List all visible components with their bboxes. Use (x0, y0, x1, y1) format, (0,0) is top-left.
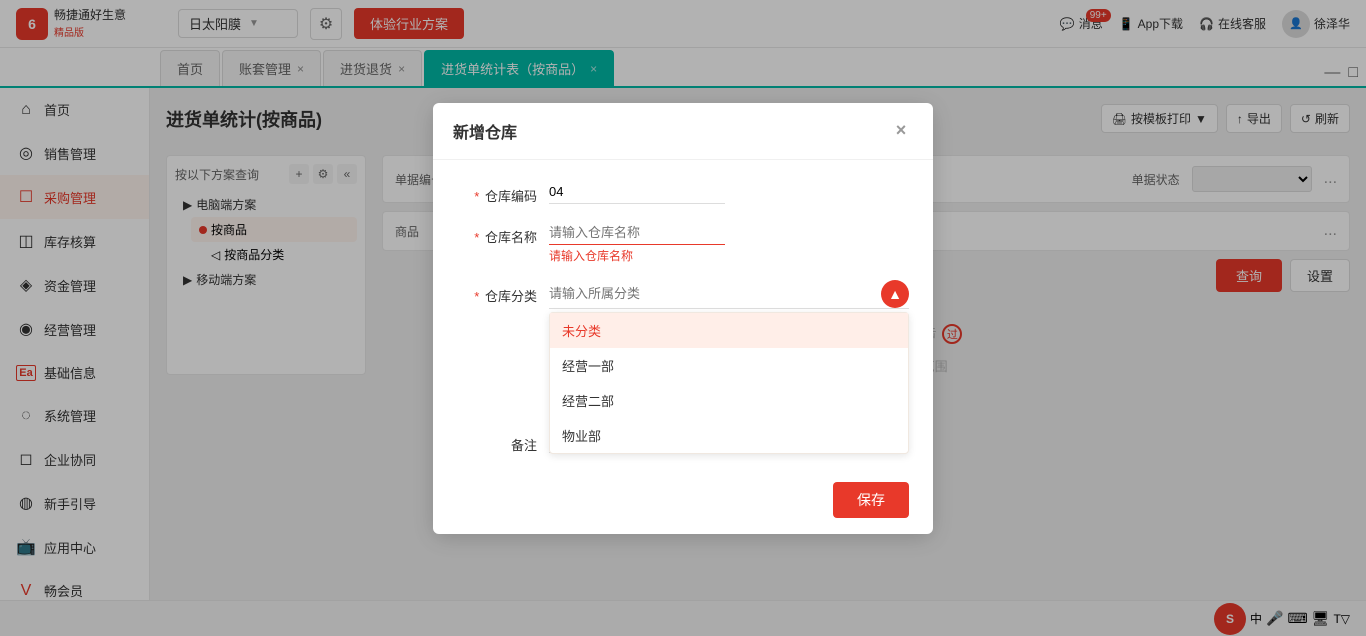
modal-body: * 仓库编码 * 仓库名称 请输入仓库名称 (433, 160, 933, 454)
save-button[interactable]: 保存 (833, 482, 909, 518)
name-error-message: 请输入仓库名称 (549, 247, 909, 264)
notes-label: 备注 (457, 429, 537, 454)
modal-footer: 保存 (433, 470, 933, 534)
modal-overlay[interactable]: 新增仓库 × * 仓库编码 * 仓库名称 (0, 0, 1366, 636)
dropdown-option-2[interactable]: 经营二部 (550, 383, 908, 418)
name-label: * 仓库名称 (457, 221, 537, 246)
category-input[interactable] (549, 282, 881, 305)
category-dropdown: ▲ 未分类 经营一部 经营二部 物业部 (549, 280, 909, 309)
modal-title: 新增仓库 (453, 119, 517, 143)
dropdown-option-3[interactable]: 物业部 (550, 418, 908, 453)
form-row-category: * 仓库分类 ▲ 未分类 经营一部 经营二部 物业部 (457, 280, 909, 309)
form-row-code: * 仓库编码 (457, 180, 909, 205)
warehouse-code-input[interactable] (549, 180, 725, 204)
code-label: * 仓库编码 (457, 180, 537, 205)
dropdown-option-1[interactable]: 经营一部 (550, 348, 908, 383)
warehouse-name-input[interactable] (549, 221, 725, 245)
modal-close-button[interactable]: × (889, 119, 913, 143)
category-dropdown-list: 未分类 经营一部 经营二部 物业部 (549, 312, 909, 454)
category-dropdown-toggle[interactable]: ▲ (881, 280, 909, 308)
form-row-name: * 仓库名称 请输入仓库名称 (457, 221, 909, 264)
new-warehouse-modal: 新增仓库 × * 仓库编码 * 仓库名称 (433, 103, 933, 534)
dropdown-option-0[interactable]: 未分类 (550, 313, 908, 348)
category-label: * 仓库分类 (457, 280, 537, 305)
modal-header: 新增仓库 × (433, 103, 933, 160)
